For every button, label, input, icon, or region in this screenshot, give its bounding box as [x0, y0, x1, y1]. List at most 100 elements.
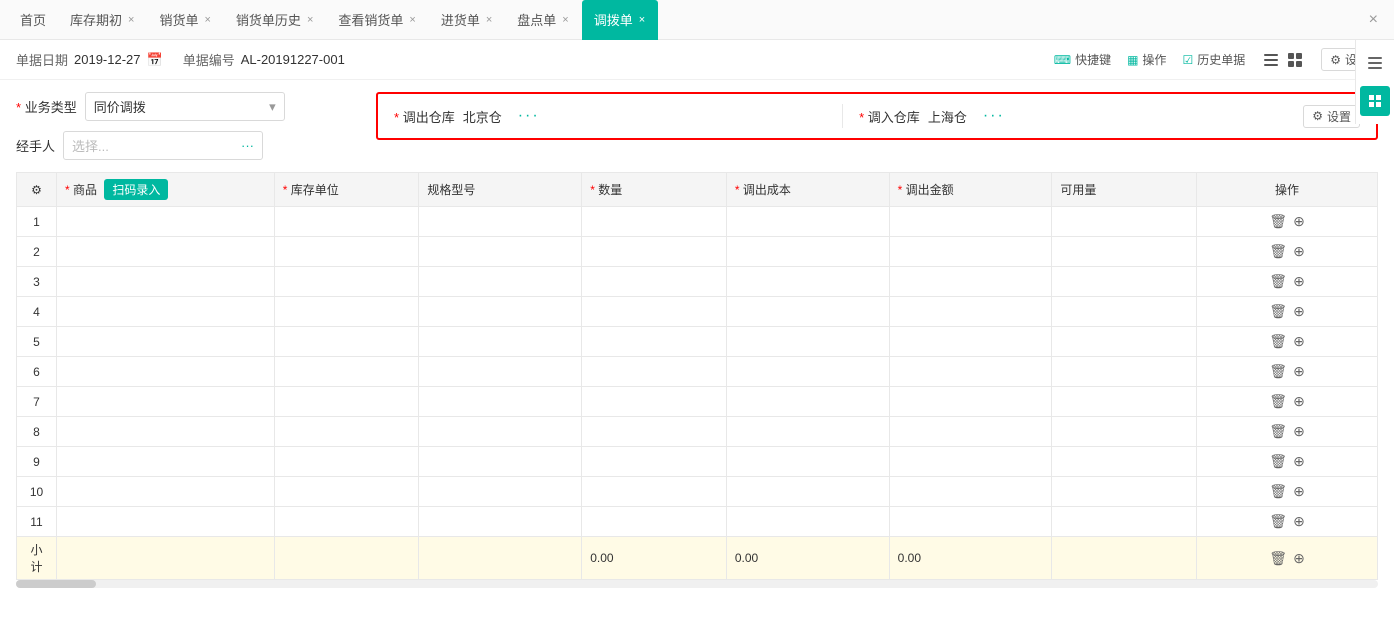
chevron-down-icon: ▾ — [269, 99, 276, 115]
subtotal-copy-icon[interactable]: ⊕ — [1293, 550, 1305, 567]
tab-view-sales[interactable]: 查看销货单 × — [326, 0, 428, 40]
subtotal-delete-icon[interactable]: 🗑 — [1269, 550, 1287, 567]
table-row: 3 🗑 ⊕ — [17, 267, 1378, 297]
biz-type-label: * 业务类型 — [16, 97, 77, 116]
toolbar-right: ⌨ 快捷键 ▦ 操作 ☑ 历史单据 — [1054, 48, 1378, 71]
row-delete-icon[interactable]: 🗑 — [1269, 243, 1287, 260]
right-sidebar — [1355, 40, 1394, 124]
warehouse-in-label: * 调入仓库 — [859, 107, 920, 126]
sidebar-expand-icon[interactable] — [1360, 86, 1390, 116]
row-copy-icon[interactable]: ⊕ — [1293, 243, 1305, 260]
warehouse-setting-btn[interactable]: ⚙ 设置 — [1303, 105, 1360, 128]
tab-transfer[interactable]: 调拨单 × — [582, 0, 658, 40]
handler-dots-btn[interactable]: ··· — [241, 138, 254, 153]
history-btn[interactable]: ☑ 历史单据 — [1182, 51, 1245, 68]
h-scrollbar[interactable] — [16, 580, 1378, 588]
form-left: * 业务类型 同价调拨 ▾ 经手人 选择... ··· — [16, 92, 356, 160]
warehouse-out-dots[interactable]: ··· — [518, 107, 540, 125]
warehouse-out-field: * 调出仓库 北京仓 ··· — [394, 107, 826, 126]
row-delete-icon[interactable]: 🗑 — [1269, 423, 1287, 440]
table-row: 7 🗑 ⊕ — [17, 387, 1378, 417]
table-container: ⚙ * 商品 扫码录入 * 库存单位 规格型号 * 数量 * — [0, 172, 1394, 580]
row-delete-icon[interactable]: 🗑 — [1269, 363, 1287, 380]
biz-type-row: * 业务类型 同价调拨 ▾ — [16, 92, 356, 121]
warehouse-in-dots[interactable]: ··· — [983, 107, 1005, 125]
tab-inventory-init[interactable]: 库存期初 × — [58, 0, 147, 40]
scan-btn[interactable]: 扫码录入 — [104, 179, 168, 200]
row-copy-icon[interactable]: ⊕ — [1293, 363, 1305, 380]
subtotal-label: 小计 — [17, 537, 57, 580]
th-actions: 操作 — [1197, 173, 1378, 207]
row-copy-icon[interactable]: ⊕ — [1293, 483, 1305, 500]
row-delete-icon[interactable]: 🗑 — [1269, 453, 1287, 470]
table-row: 6 🗑 ⊕ — [17, 357, 1378, 387]
tab-close-inventory-init[interactable]: × — [128, 14, 134, 26]
table-header: ⚙ * 商品 扫码录入 * 库存单位 规格型号 * 数量 * — [17, 173, 1378, 207]
tab-purchase-order[interactable]: 进货单 × — [429, 0, 505, 40]
row-delete-icon[interactable]: 🗑 — [1269, 303, 1287, 320]
operation-icon: ▦ — [1127, 53, 1138, 67]
warehouse-in-value: 上海仓 — [928, 107, 967, 126]
tab-close-transfer[interactable]: × — [639, 14, 645, 26]
th-spec: 规格型号 — [419, 173, 582, 207]
th-amount: * 调出金额 — [889, 173, 1052, 207]
tab-close-stocktake[interactable]: × — [562, 14, 568, 26]
tab-close-sales-order[interactable]: × — [204, 14, 210, 26]
warehouse-in-field: * 调入仓库 上海仓 ··· — [859, 107, 1291, 126]
tab-home[interactable]: 首页 — [8, 10, 58, 29]
view-grid-btn[interactable] — [1285, 50, 1305, 70]
operation-btn[interactable]: ▦ 操作 — [1127, 51, 1166, 68]
data-table: ⚙ * 商品 扫码录入 * 库存单位 规格型号 * 数量 * — [16, 172, 1378, 580]
row-delete-icon[interactable]: 🗑 — [1269, 333, 1287, 350]
h-scrollbar-thumb[interactable] — [16, 580, 96, 588]
th-product: * 商品 扫码录入 — [57, 173, 275, 207]
scrollbar-area — [0, 580, 1394, 592]
subtotal-cost: 0.00 — [726, 537, 889, 580]
row-copy-icon[interactable]: ⊕ — [1293, 273, 1305, 290]
th-gear[interactable]: ⚙ — [17, 173, 57, 207]
row-copy-icon[interactable]: ⊕ — [1293, 393, 1305, 410]
row-copy-icon[interactable]: ⊕ — [1293, 333, 1305, 350]
tab-bar: 首页 库存期初 × 销货单 × 销货单历史 × 查看销货单 × 进货单 × 盘点… — [0, 0, 1394, 40]
table-row: 5 🗑 ⊕ — [17, 327, 1378, 357]
row-copy-icon[interactable]: ⊕ — [1293, 513, 1305, 530]
table-row: 10 🗑 ⊕ — [17, 477, 1378, 507]
row-delete-icon[interactable]: 🗑 — [1269, 483, 1287, 500]
warehouse-divider — [842, 104, 843, 128]
handler-select[interactable]: 选择... ··· — [63, 131, 263, 160]
row-copy-icon[interactable]: ⊕ — [1293, 213, 1305, 230]
row-copy-icon[interactable]: ⊕ — [1293, 423, 1305, 440]
setting-icon: ⚙ — [1330, 53, 1341, 67]
date-field: 单据日期 2019-12-27 📅 — [16, 50, 163, 69]
table-row: 8 🗑 ⊕ — [17, 417, 1378, 447]
tab-stocktake[interactable]: 盘点单 × — [505, 0, 581, 40]
table-row: 9 🗑 ⊕ — [17, 447, 1378, 477]
row-delete-icon[interactable]: 🗑 — [1269, 393, 1287, 410]
tab-close-purchase-order[interactable]: × — [486, 14, 492, 26]
sidebar-list-icon[interactable] — [1360, 48, 1390, 78]
calendar-icon[interactable]: 📅 — [147, 52, 163, 68]
th-qty: * 数量 — [582, 173, 727, 207]
form-area: * 业务类型 同价调拨 ▾ 经手人 选择... ··· * 调出仓库 北京仓 ·… — [0, 80, 1394, 172]
tab-sales-history[interactable]: 销货单历史 × — [224, 0, 326, 40]
table-row: 1 🗑 ⊕ — [17, 207, 1378, 237]
table-foot: 小计 0.00 0.00 0.00 🗑 ⊕ — [17, 537, 1378, 580]
shortcut-icon: ⌨ — [1054, 53, 1071, 67]
warehouse-out-value: 北京仓 — [463, 107, 502, 126]
history-icon: ☑ — [1182, 53, 1193, 67]
toolbar: 单据日期 2019-12-27 📅 单据编号 AL-20191227-001 ⌨… — [0, 40, 1394, 80]
window-close-btn[interactable]: × — [1369, 11, 1378, 28]
row-delete-icon[interactable]: 🗑 — [1269, 273, 1287, 290]
tab-close-view-sales[interactable]: × — [409, 14, 415, 26]
row-delete-icon[interactable]: 🗑 — [1269, 513, 1287, 530]
tab-sales-order[interactable]: 销货单 × — [147, 0, 223, 40]
view-list-btn[interactable] — [1261, 50, 1281, 70]
tab-close-sales-history[interactable]: × — [307, 14, 313, 26]
handler-row: 经手人 选择... ··· — [16, 131, 356, 160]
row-copy-icon[interactable]: ⊕ — [1293, 303, 1305, 320]
row-delete-icon[interactable]: 🗑 — [1269, 213, 1287, 230]
biz-type-select[interactable]: 同价调拨 ▾ — [85, 92, 285, 121]
gear-icon: ⚙ — [31, 183, 42, 197]
row-copy-icon[interactable]: ⊕ — [1293, 453, 1305, 470]
shortcut-btn[interactable]: ⌨ 快捷键 — [1054, 51, 1111, 68]
